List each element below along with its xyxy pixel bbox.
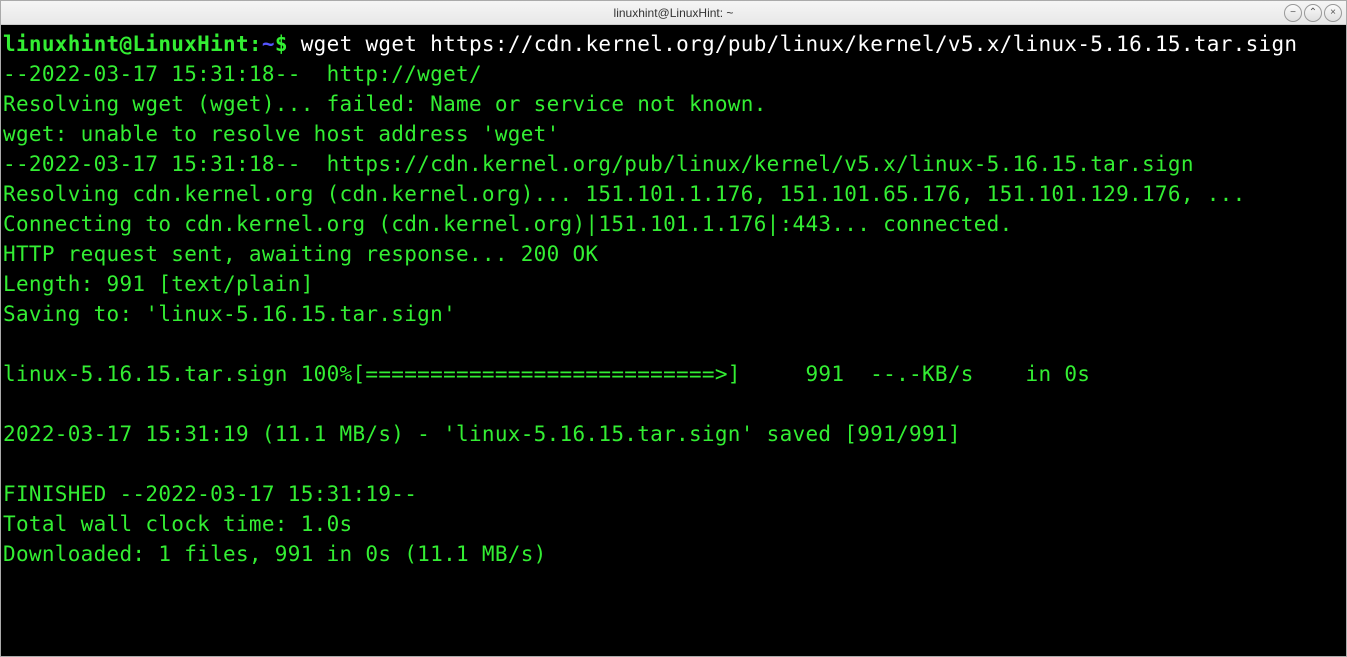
output-line: Resolving cdn.kernel.org (cdn.kernel.org… xyxy=(3,182,1246,206)
output-line: Downloaded: 1 files, 991 in 0s (11.1 MB/… xyxy=(3,542,547,566)
output-line: --2022-03-17 15:31:18-- http://wget/ xyxy=(3,62,482,86)
output-line: Resolving wget (wget)... failed: Name or… xyxy=(3,92,767,116)
output-line: Total wall clock time: 1.0s xyxy=(3,512,352,536)
output-line: FINISHED --2022-03-17 15:31:19-- xyxy=(3,482,417,506)
output-line: --2022-03-17 15:31:18-- https://cdn.kern… xyxy=(3,152,1194,176)
titlebar[interactable]: linuxhint@LinuxHint: ~ − ⌃ × xyxy=(1,1,1346,25)
minimize-button[interactable]: − xyxy=(1284,4,1302,22)
prompt-separator: : xyxy=(249,32,262,56)
output-line: Length: 991 [text/plain] xyxy=(3,272,314,296)
output-line: 2022-03-17 15:31:19 (11.1 MB/s) - 'linux… xyxy=(3,422,961,446)
close-button[interactable]: × xyxy=(1324,4,1342,22)
maximize-icon: ⌃ xyxy=(1309,7,1317,18)
prompt-path: ~ xyxy=(262,32,275,56)
output-line: wget: unable to resolve host address 'wg… xyxy=(3,122,560,146)
maximize-button[interactable]: ⌃ xyxy=(1304,4,1322,22)
output-line: HTTP request sent, awaiting response... … xyxy=(3,242,598,266)
prompt-user-host: linuxhint@LinuxHint xyxy=(3,32,249,56)
prompt-end: $ xyxy=(275,32,288,56)
window-title: linuxhint@LinuxHint: ~ xyxy=(614,6,734,20)
window-controls: − ⌃ × xyxy=(1284,4,1342,22)
output-line: Connecting to cdn.kernel.org (cdn.kernel… xyxy=(3,212,1013,236)
minimize-icon: − xyxy=(1290,7,1296,18)
command-text: wget wget https://cdn.kernel.org/pub/lin… xyxy=(301,32,1298,56)
output-line: linux-5.16.15.tar.sign 100%[============… xyxy=(3,362,1090,386)
command-text xyxy=(288,32,301,56)
terminal-body[interactable]: linuxhint@LinuxHint:~$ wget wget https:/… xyxy=(1,25,1346,656)
terminal-window: linuxhint@LinuxHint: ~ − ⌃ × linuxhint@L… xyxy=(0,0,1347,657)
output-line: Saving to: 'linux-5.16.15.tar.sign' xyxy=(3,302,456,326)
close-icon: × xyxy=(1330,7,1336,18)
